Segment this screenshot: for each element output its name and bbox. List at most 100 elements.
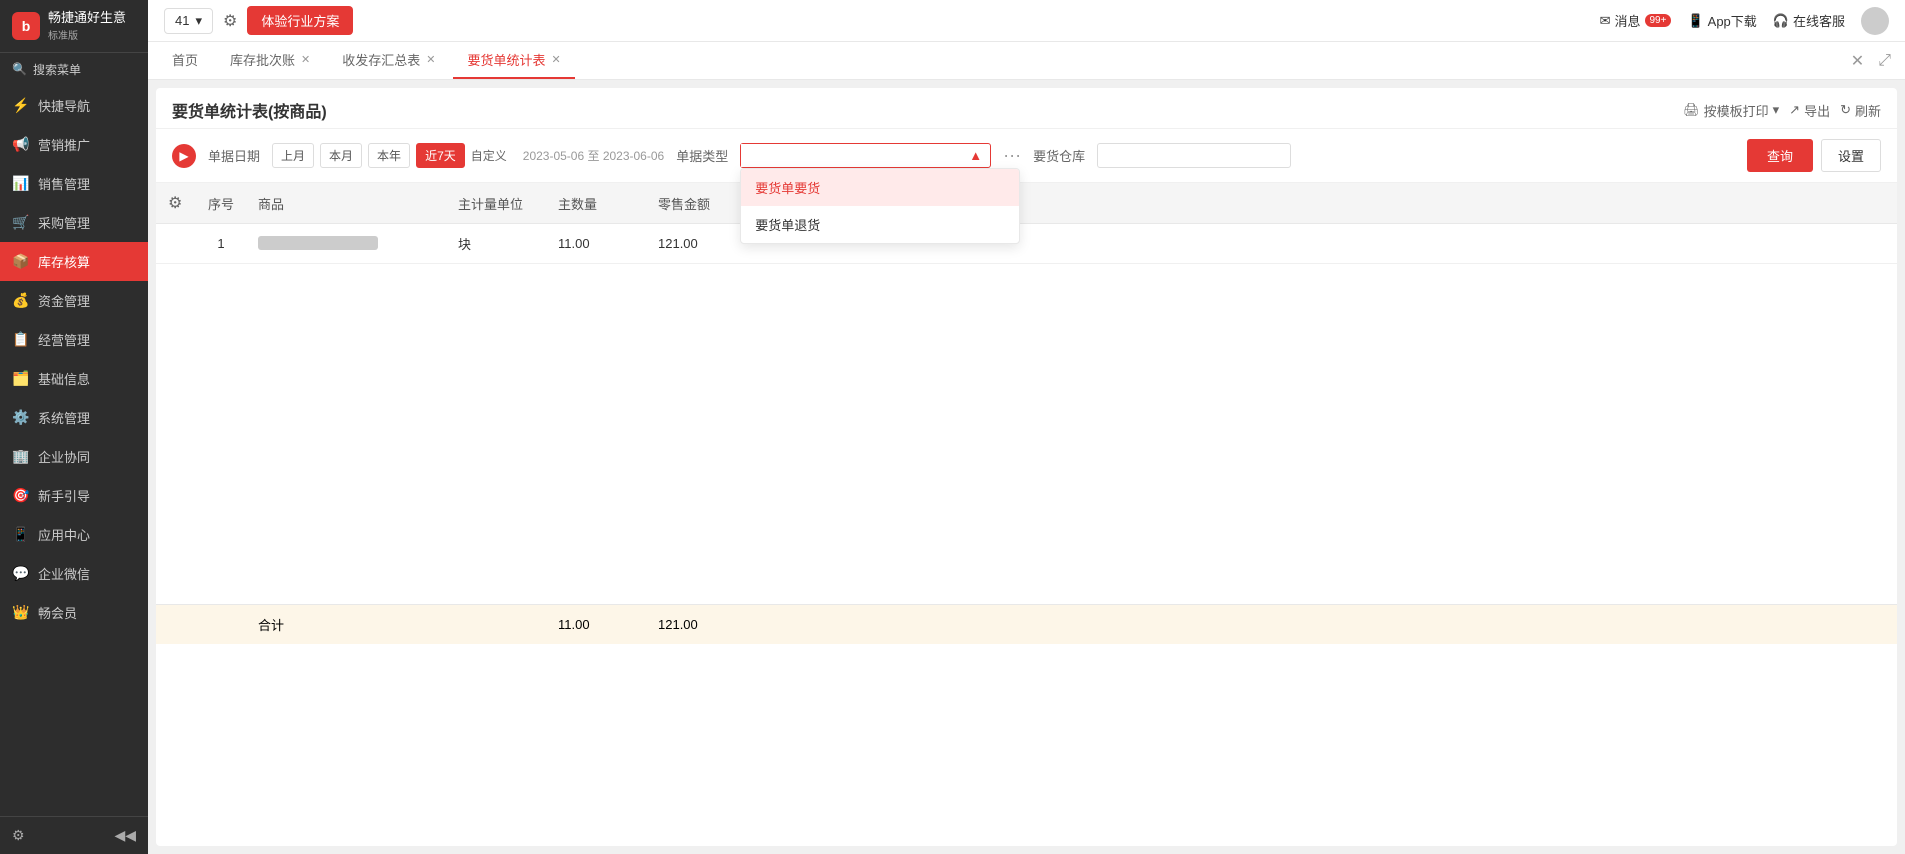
- cell-gear: [156, 224, 196, 264]
- sidebar-item-sales[interactable]: 📊 销售管理: [0, 164, 148, 203]
- settings-button[interactable]: 设置: [1821, 139, 1881, 172]
- col-index: 序号: [196, 183, 246, 224]
- messages-btn[interactable]: ✉ 消息 99+: [1600, 11, 1672, 30]
- search-label: 搜索菜单: [33, 61, 81, 78]
- page-header-actions: 🖨 按模板打印 ▾ ↗ 导出 ↻ 刷新: [1683, 101, 1881, 120]
- sidebar-item-label: 库存核算: [38, 252, 90, 271]
- page-inner: 要货单统计表(按商品) 🖨 按模板打印 ▾ ↗ 导出 ↻ 刷新: [156, 88, 1897, 846]
- member-icon: 👑: [12, 604, 30, 621]
- operations-icon: 📋: [12, 331, 30, 348]
- service-icon: 🎧: [1773, 13, 1789, 29]
- avatar[interactable]: [1861, 7, 1889, 35]
- header-right: ✉ 消息 99+ 📱 App下载 🎧 在线客服: [1600, 7, 1889, 35]
- preset-last-month[interactable]: 上月: [272, 143, 314, 168]
- sidebar-item-appstore[interactable]: 📱 应用中心: [0, 515, 148, 554]
- settings-btn[interactable]: ⚙: [12, 827, 25, 844]
- store-selector[interactable]: 41 ▾: [164, 8, 213, 34]
- tab-label: 库存批次账: [230, 50, 295, 69]
- sidebar-item-inventory[interactable]: 📦 库存核算: [0, 242, 148, 281]
- customer-service-btn[interactable]: 🎧 在线客服: [1773, 11, 1845, 30]
- tab-bar-actions: ✕ ⤢: [1847, 42, 1895, 79]
- tab-expand-icon[interactable]: ⤢: [1874, 50, 1895, 72]
- type-input[interactable]: [741, 144, 961, 167]
- export-label: 导出: [1804, 101, 1830, 120]
- wechat-icon: 💬: [12, 565, 30, 582]
- sidebar-item-label: 畅会员: [38, 603, 77, 622]
- sidebar-item-label: 企业微信: [38, 564, 90, 583]
- tab-inventory-batch[interactable]: 库存批次账 ✕: [216, 42, 324, 79]
- sales-icon: 📊: [12, 175, 30, 192]
- refresh-btn[interactable]: ↻ 刷新: [1840, 101, 1881, 120]
- sidebar-item-enterprise[interactable]: 🏢 企业协同: [0, 437, 148, 476]
- collapse-btn[interactable]: ◀◀: [114, 827, 136, 844]
- col-unit: 主计量单位: [446, 183, 546, 224]
- sidebar-item-basic[interactable]: 🗂️ 基础信息: [0, 359, 148, 398]
- total-row: 合计 11.00 121.00: [156, 604, 1897, 644]
- page-header: 要货单统计表(按商品) 🖨 按模板打印 ▾ ↗ 导出 ↻ 刷新: [156, 88, 1897, 129]
- chevron-down-icon: ▾: [195, 13, 202, 29]
- type-dropdown-popup: 要货单要货 要货单退货: [740, 168, 1020, 244]
- sidebar-item-system[interactable]: ⚙️ 系统管理: [0, 398, 148, 437]
- tab-home[interactable]: 首页: [158, 42, 212, 79]
- filter-buttons: 查询 设置: [1747, 139, 1881, 172]
- sidebar-item-quick-nav[interactable]: ⚡ 快捷导航: [0, 86, 148, 125]
- trial-button[interactable]: 体验行业方案: [247, 6, 353, 35]
- tab-order-stats[interactable]: 要货单统计表 ✕: [453, 42, 574, 79]
- message-icon: ✉: [1600, 13, 1611, 29]
- warehouse-input[interactable]: [1097, 143, 1291, 168]
- sidebar-item-label: 基础信息: [38, 369, 90, 388]
- product-blurred: [258, 236, 378, 250]
- print-icon: 🖨: [1683, 102, 1700, 118]
- table-header-row: ⚙ 序号 商品 主计量单位 主数量 零售金额: [156, 183, 1897, 224]
- inventory-icon: 📦: [12, 253, 30, 270]
- type-dropdown[interactable]: ▲: [740, 143, 991, 168]
- filter-more-icon[interactable]: ···: [1003, 145, 1021, 166]
- sidebar-item-wechat[interactable]: 💬 企业微信: [0, 554, 148, 593]
- app-download-btn[interactable]: 📱 App下载: [1687, 11, 1756, 30]
- option-order-goods[interactable]: 要货单要货: [741, 169, 1019, 206]
- tab-collect-summary[interactable]: 收发存汇总表 ✕: [328, 42, 449, 79]
- sidebar-item-finance[interactable]: 💰 资金管理: [0, 281, 148, 320]
- sidebar: b 畅捷通好生意 标准版 🔍 搜索菜单 ⚡ 快捷导航 📢 营销推广 📊 销售管理…: [0, 0, 148, 854]
- sidebar-item-label: 经营管理: [38, 330, 90, 349]
- filter-toggle-btn[interactable]: ▶: [172, 144, 196, 168]
- preset-custom[interactable]: 自定义: [471, 147, 507, 164]
- dropdown-arrow-icon[interactable]: ▲: [961, 148, 990, 163]
- tab-close-all-icon[interactable]: ✕: [1847, 49, 1868, 73]
- preset-this-year[interactable]: 本年: [368, 143, 410, 168]
- page-content: 要货单统计表(按商品) 🖨 按模板打印 ▾ ↗ 导出 ↻ 刷新: [148, 80, 1905, 854]
- total-label: 合计: [258, 615, 458, 634]
- sidebar-item-label: 采购管理: [38, 213, 90, 232]
- search-icon: 🔍: [12, 62, 27, 76]
- header-gear-icon[interactable]: ⚙: [223, 11, 237, 31]
- header-left: 41 ▾ ⚙ 体验行业方案: [164, 6, 353, 35]
- tab-bar: 首页 库存批次账 ✕ 收发存汇总表 ✕ 要货单统计表 ✕ ✕ ⤢: [148, 42, 1905, 80]
- table-gear-icon[interactable]: ⚙: [168, 195, 182, 212]
- sidebar-item-purchase[interactable]: 🛒 采购管理: [0, 203, 148, 242]
- system-icon: ⚙️: [12, 409, 30, 426]
- col-qty: 主数量: [546, 183, 646, 224]
- sidebar-item-member[interactable]: 👑 畅会员: [0, 593, 148, 632]
- export-icon: ↗: [1789, 102, 1800, 118]
- print-label: 按模板打印: [1704, 101, 1769, 120]
- purchase-icon: 🛒: [12, 214, 30, 231]
- preset-7days[interactable]: 近7天: [416, 143, 465, 168]
- sidebar-search[interactable]: 🔍 搜索菜单: [0, 53, 148, 86]
- option-order-return[interactable]: 要货单退货: [741, 206, 1019, 243]
- query-button[interactable]: 查询: [1747, 139, 1813, 172]
- filter-bar: ▶ 单据日期 上月 本月 本年 近7天 自定义 2023-05-06 至 202…: [156, 129, 1897, 183]
- print-btn[interactable]: 🖨 按模板打印 ▾: [1683, 101, 1779, 120]
- preset-this-month[interactable]: 本月: [320, 143, 362, 168]
- tab-close-icon[interactable]: ✕: [426, 53, 435, 66]
- tab-close-icon[interactable]: ✕: [301, 53, 310, 66]
- sidebar-item-guide[interactable]: 🎯 新手引导: [0, 476, 148, 515]
- marketing-icon: 📢: [12, 136, 30, 153]
- sidebar-item-marketing[interactable]: 📢 营销推广: [0, 125, 148, 164]
- tab-label: 收发存汇总表: [342, 50, 420, 69]
- sidebar-item-operations[interactable]: 📋 经营管理: [0, 320, 148, 359]
- tab-close-icon[interactable]: ✕: [552, 53, 561, 66]
- logo-icon: b: [12, 12, 40, 40]
- export-btn[interactable]: ↗ 导出: [1789, 101, 1830, 120]
- data-table: ⚙ 序号 商品 主计量单位 主数量 零售金额: [156, 183, 1897, 264]
- sidebar-item-label: 系统管理: [38, 408, 90, 427]
